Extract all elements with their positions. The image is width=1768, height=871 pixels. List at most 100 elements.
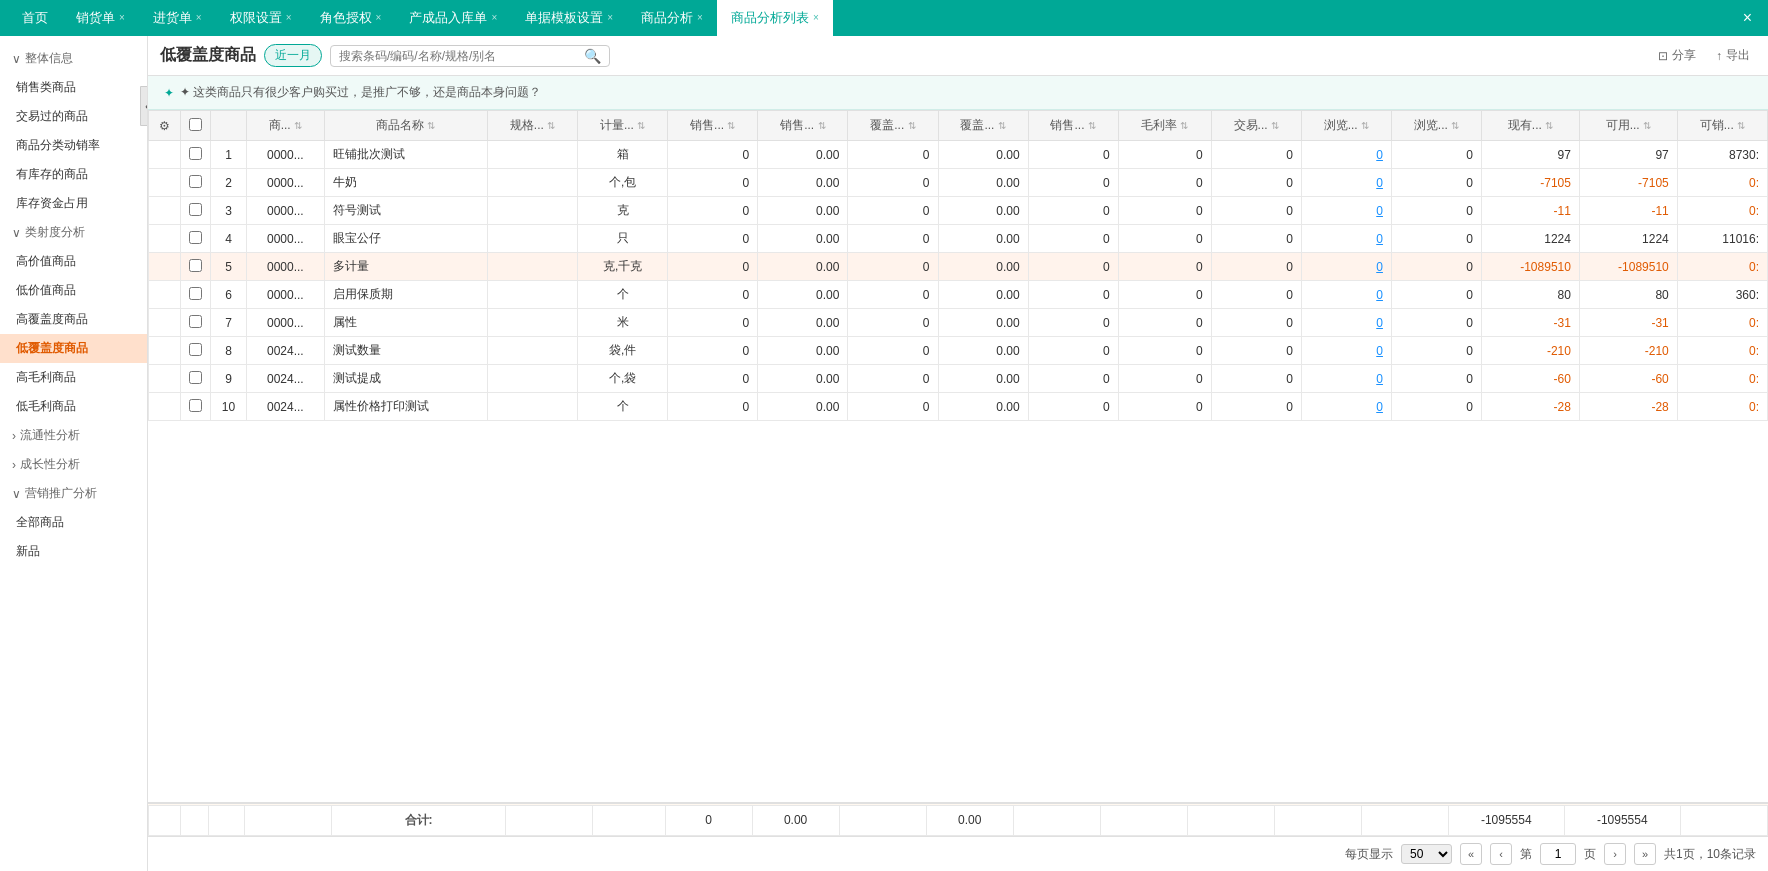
row-checkbox[interactable] <box>181 197 211 225</box>
sidebar-item-high-coverage[interactable]: 高覆盖度商品 <box>0 305 147 334</box>
row-settings <box>149 337 181 365</box>
close-icon[interactable]: × <box>813 0 819 36</box>
sidebar-item-high-value[interactable]: 高价值商品 <box>0 247 147 276</box>
col-browse2[interactable]: 浏览... ⇅ <box>1391 111 1481 141</box>
tab-product-analysis[interactable]: 商品分析 × <box>627 0 717 36</box>
col-browse1[interactable]: 浏览... ⇅ <box>1301 111 1391 141</box>
per-page-select[interactable]: 50 100 200 <box>1401 844 1452 864</box>
row-browse1[interactable]: 0 <box>1301 225 1391 253</box>
row-checkbox[interactable] <box>181 393 211 421</box>
row-checkbox[interactable] <box>181 225 211 253</box>
row-browse1[interactable]: 0 <box>1301 169 1391 197</box>
col-trade[interactable]: 交易... ⇅ <box>1211 111 1301 141</box>
close-icon[interactable]: × <box>697 0 703 36</box>
table-area: ⚙ 商... ⇅ 商品名称 ⇅ 规格... ⇅ 计量... ⇅ 销售... ⇅ … <box>148 110 1768 802</box>
col-sellable[interactable]: 可销... ⇅ <box>1677 111 1767 141</box>
col-current[interactable]: 现有... ⇅ <box>1482 111 1580 141</box>
row-cover1: 0 <box>848 141 938 169</box>
row-checkbox[interactable] <box>181 281 211 309</box>
row-checkbox[interactable] <box>181 365 211 393</box>
sidebar-item-all-goods[interactable]: 全部商品 <box>0 508 147 537</box>
row-checkbox[interactable] <box>181 253 211 281</box>
footer-available: -1095554 <box>1564 805 1680 835</box>
sidebar-item-high-margin[interactable]: 高毛利商品 <box>0 363 147 392</box>
sidebar-section-overall[interactable]: ∨ 整体信息 <box>0 44 147 73</box>
tab-sales-order[interactable]: 销货单 × <box>62 0 139 36</box>
tab-purchase-order[interactable]: 进货单 × <box>139 0 216 36</box>
row-checkbox[interactable] <box>181 141 211 169</box>
sidebar-collapse-button[interactable]: « <box>140 86 148 126</box>
row-browse1[interactable]: 0 <box>1301 393 1391 421</box>
share-button[interactable]: ⊡ 分享 <box>1652 45 1702 66</box>
col-settings[interactable]: ⚙ <box>149 111 181 141</box>
sidebar-item-sales-goods[interactable]: 销售类商品 <box>0 73 147 102</box>
col-code[interactable]: 商... ⇅ <box>247 111 325 141</box>
tab-product-entry[interactable]: 产成品入库单 × <box>395 0 511 36</box>
sidebar-item-low-coverage[interactable]: 低覆盖度商品 <box>0 334 147 363</box>
export-button[interactable]: ↑ 导出 <box>1710 45 1756 66</box>
time-filter-button[interactable]: 近一月 <box>264 44 322 67</box>
select-all-checkbox[interactable] <box>189 118 202 131</box>
sidebar-item-in-stock[interactable]: 有库存的商品 <box>0 160 147 189</box>
window-close-button[interactable]: × <box>1735 9 1760 27</box>
row-sales2: 0 <box>1028 337 1118 365</box>
next-page-button[interactable]: › <box>1604 843 1626 865</box>
sidebar-item-traded-goods[interactable]: 交易过的商品 <box>0 102 147 131</box>
row-checkbox[interactable] <box>181 169 211 197</box>
sidebar-item-low-value[interactable]: 低价值商品 <box>0 276 147 305</box>
row-browse1[interactable]: 0 <box>1301 141 1391 169</box>
row-sales-amt: 0.00 <box>758 253 848 281</box>
page-label: 第 <box>1520 846 1532 863</box>
col-sales-amt[interactable]: 销售... ⇅ <box>758 111 848 141</box>
row-spec <box>487 253 577 281</box>
row-browse1[interactable]: 0 <box>1301 281 1391 309</box>
row-sales-qty: 0 <box>668 337 758 365</box>
col-gross[interactable]: 毛利率 ⇅ <box>1118 111 1211 141</box>
row-browse1[interactable]: 0 <box>1301 337 1391 365</box>
col-available[interactable]: 可用... ⇅ <box>1579 111 1677 141</box>
col-spec[interactable]: 规格... ⇅ <box>487 111 577 141</box>
sidebar-section-circulation[interactable]: › 流通性分析 <box>0 421 147 450</box>
row-sales-amt: 0.00 <box>758 393 848 421</box>
search-icon[interactable]: 🔍 <box>584 48 601 64</box>
first-page-button[interactable]: « <box>1460 843 1482 865</box>
close-icon[interactable]: × <box>119 0 125 36</box>
tab-product-analysis-list[interactable]: 商品分析列表 × <box>717 0 833 36</box>
col-cover2[interactable]: 覆盖... ⇅ <box>938 111 1028 141</box>
sidebar-item-category-rate[interactable]: 商品分类动销率 <box>0 131 147 160</box>
close-icon[interactable]: × <box>607 0 613 36</box>
page-number-input[interactable] <box>1540 843 1576 865</box>
row-browse1[interactable]: 0 <box>1301 197 1391 225</box>
row-browse1[interactable]: 0 <box>1301 309 1391 337</box>
sidebar-item-stock-fund[interactable]: 库存资金占用 <box>0 189 147 218</box>
last-page-button[interactable]: » <box>1634 843 1656 865</box>
close-icon[interactable]: × <box>376 0 382 36</box>
row-browse1[interactable]: 0 <box>1301 253 1391 281</box>
row-browse1[interactable]: 0 <box>1301 365 1391 393</box>
col-sales-qty[interactable]: 销售... ⇅ <box>668 111 758 141</box>
search-input[interactable] <box>339 49 584 63</box>
tab-template[interactable]: 单据模板设置 × <box>511 0 627 36</box>
sidebar-section-coverage[interactable]: ∨ 类射度分析 <box>0 218 147 247</box>
col-unit[interactable]: 计量... ⇅ <box>578 111 668 141</box>
row-sellable: 0: <box>1677 253 1767 281</box>
sidebar-section-marketing[interactable]: ∨ 营销推广分析 <box>0 479 147 508</box>
sidebar-section-growth[interactable]: › 成长性分析 <box>0 450 147 479</box>
close-icon[interactable]: × <box>491 0 497 36</box>
tab-home[interactable]: 首页 <box>8 0 62 36</box>
col-sales2[interactable]: 销售... ⇅ <box>1028 111 1118 141</box>
row-cover2: 0.00 <box>938 393 1028 421</box>
sidebar-item-low-margin[interactable]: 低毛利商品 <box>0 392 147 421</box>
row-checkbox[interactable] <box>181 309 211 337</box>
sidebar-item-new-goods[interactable]: 新品 <box>0 537 147 566</box>
tab-role-auth[interactable]: 角色授权 × <box>306 0 396 36</box>
row-cover2: 0.00 <box>938 141 1028 169</box>
prev-page-button[interactable]: ‹ <box>1490 843 1512 865</box>
col-name[interactable]: 商品名称 ⇅ <box>324 111 487 141</box>
col-cover1[interactable]: 覆盖... ⇅ <box>848 111 938 141</box>
close-icon[interactable]: × <box>286 0 292 36</box>
tab-permission[interactable]: 权限设置 × <box>216 0 306 36</box>
close-icon[interactable]: × <box>196 0 202 36</box>
col-checkbox[interactable] <box>181 111 211 141</box>
row-checkbox[interactable] <box>181 337 211 365</box>
